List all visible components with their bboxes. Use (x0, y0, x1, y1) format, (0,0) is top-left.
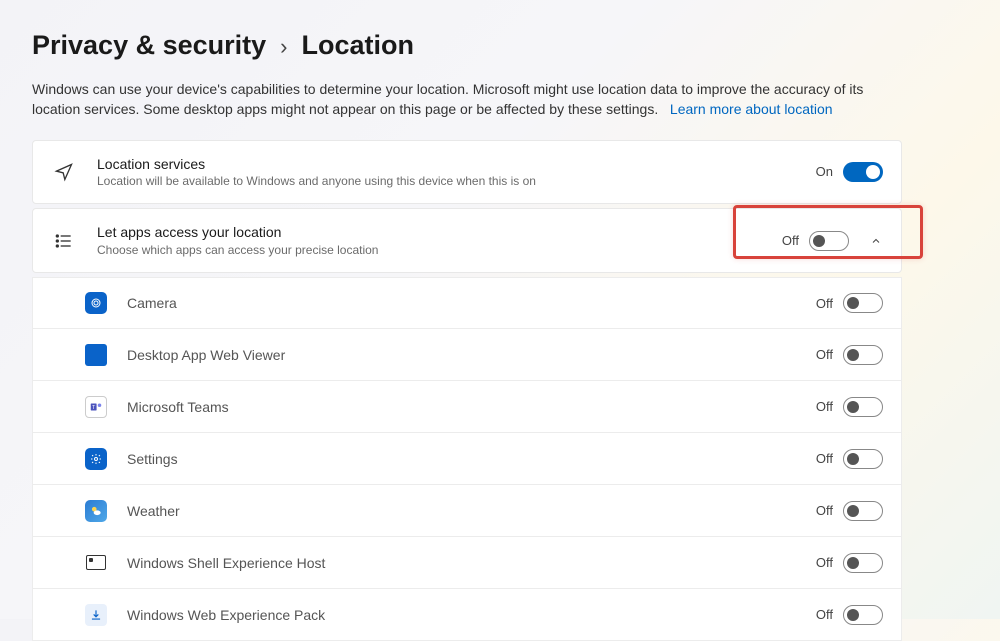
weather-icon (85, 500, 107, 522)
app-row-teams[interactable]: T Microsoft Teams Off (32, 381, 902, 433)
app-name-label: Windows Web Experience Pack (127, 607, 816, 623)
app-row-camera[interactable]: Camera Off (32, 277, 902, 329)
breadcrumb: Privacy & security › Location (32, 30, 968, 61)
app-name-label: Settings (127, 451, 816, 467)
location-arrow-icon (51, 159, 77, 185)
app-row-web-experience[interactable]: Windows Web Experience Pack Off (32, 589, 902, 641)
location-services-subtitle: Location will be available to Windows an… (97, 174, 816, 190)
app-state-label: Off (816, 503, 833, 518)
app-toggle-camera[interactable] (843, 293, 883, 313)
app-state-label: Off (816, 451, 833, 466)
app-toggle-desktop-web-viewer[interactable] (843, 345, 883, 365)
chevron-up-icon[interactable] (869, 234, 883, 248)
app-state-label: Off (816, 555, 833, 570)
app-toggle-teams[interactable] (843, 397, 883, 417)
app-row-settings[interactable]: Settings Off (32, 433, 902, 485)
list-icon (51, 228, 77, 254)
page-description: Windows can use your device's capabiliti… (32, 79, 912, 120)
app-name-label: Weather (127, 503, 816, 519)
app-toggle-web-experience[interactable] (843, 605, 883, 625)
app-toggle-weather[interactable] (843, 501, 883, 521)
app-state-label: Off (816, 296, 833, 311)
app-access-toggle[interactable] (809, 231, 849, 251)
app-access-state: Off (782, 233, 799, 248)
square-icon (85, 344, 107, 366)
app-name-label: Windows Shell Experience Host (127, 555, 816, 571)
location-services-state: On (816, 164, 833, 179)
app-toggle-shell-experience[interactable] (843, 553, 883, 573)
download-icon (85, 604, 107, 626)
app-row-weather[interactable]: Weather Off (32, 485, 902, 537)
app-access-title: Let apps access your location (97, 223, 782, 241)
location-services-card: Location services Location will be avail… (32, 140, 902, 205)
app-name-label: Camera (127, 295, 816, 311)
app-name-label: Desktop App Web Viewer (127, 347, 816, 363)
settings-icon (85, 448, 107, 470)
breadcrumb-parent[interactable]: Privacy & security (32, 30, 266, 61)
app-list: Camera Off Desktop App Web Viewer Off T … (32, 277, 902, 641)
app-access-card[interactable]: Let apps access your location Choose whi… (32, 208, 902, 273)
camera-icon (85, 292, 107, 314)
app-state-label: Off (816, 399, 833, 414)
window-icon (85, 552, 107, 574)
app-row-shell-experience[interactable]: Windows Shell Experience Host Off (32, 537, 902, 589)
app-row-desktop-web-viewer[interactable]: Desktop App Web Viewer Off (32, 329, 902, 381)
app-state-label: Off (816, 607, 833, 622)
app-toggle-settings[interactable] (843, 449, 883, 469)
location-services-toggle[interactable] (843, 162, 883, 182)
page-title: Location (301, 30, 414, 61)
app-access-subtitle: Choose which apps can access your precis… (97, 243, 782, 259)
teams-icon: T (85, 396, 107, 418)
learn-more-link[interactable]: Learn more about location (670, 101, 833, 117)
app-name-label: Microsoft Teams (127, 399, 816, 415)
location-services-title: Location services (97, 155, 816, 173)
app-state-label: Off (816, 347, 833, 362)
chevron-right-icon: › (280, 34, 287, 60)
